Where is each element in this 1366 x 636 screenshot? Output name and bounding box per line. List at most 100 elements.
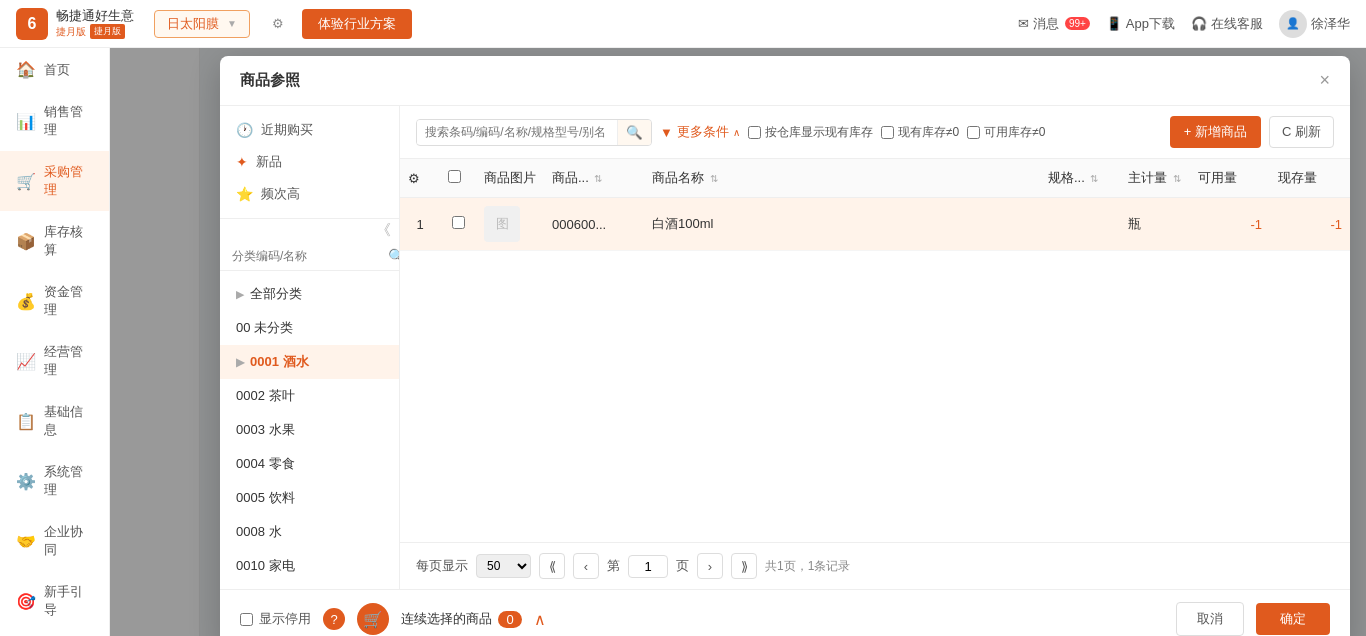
- sidebar-item-label: 资金管理: [44, 283, 93, 319]
- quick-category-list: 🕐 近期购买 ✦ 新品 ⭐ 频次高: [220, 106, 399, 219]
- checkbox-current-stock-input[interactable]: [881, 126, 894, 139]
- online-service-btn[interactable]: 🎧 在线客服: [1191, 15, 1263, 33]
- quick-item-frequent[interactable]: ⭐ 频次高: [220, 178, 399, 210]
- sort-icon: ⇅: [1090, 173, 1098, 184]
- help-icon[interactable]: ?: [323, 608, 345, 630]
- checkbox-current-stock[interactable]: 现有库存≠0: [881, 124, 959, 141]
- th-gear[interactable]: ⚙: [400, 159, 440, 198]
- modal-title: 商品参照: [240, 71, 300, 90]
- th-spec[interactable]: 规格... ⇅: [1040, 159, 1120, 198]
- th-name[interactable]: 商品名称 ⇅: [644, 159, 1040, 198]
- sidebar-item-inventory[interactable]: 📦 库存核算: [0, 211, 109, 271]
- filter-arrow-icon: ∧: [733, 127, 740, 138]
- modal-footer: 显示停用 ? 🛒 连续选择的商品 0 ∧ 取消 确定: [220, 589, 1350, 636]
- page-last-button[interactable]: ⟫: [731, 553, 757, 579]
- row-num: 1: [400, 198, 440, 251]
- cat-item-label: 00 未分类: [236, 319, 293, 337]
- sort-icon: ⇅: [1173, 173, 1181, 184]
- sidebar-item-home[interactable]: 🏠 首页: [0, 48, 109, 91]
- home-icon: 🏠: [16, 60, 36, 79]
- logo-icon: 6: [16, 8, 48, 40]
- cancel-button[interactable]: 取消: [1176, 602, 1244, 636]
- up-arrow-icon[interactable]: ∧: [534, 610, 546, 629]
- checkbox-available-stock[interactable]: 可用库存≠0: [967, 124, 1045, 141]
- category-item-fruit[interactable]: 0003 水果: [220, 413, 399, 447]
- table-row[interactable]: 1 图 000600...: [400, 198, 1350, 251]
- select-all-checkbox[interactable]: [448, 170, 461, 183]
- checkbox-available-stock-input[interactable]: [967, 126, 980, 139]
- show-disabled-input[interactable]: [240, 613, 253, 626]
- row-name: 白酒100ml: [644, 198, 1040, 251]
- sidebar-item-collab[interactable]: 🤝 企业协同: [0, 511, 109, 571]
- row-select-checkbox[interactable]: [452, 216, 465, 229]
- page-prev-button[interactable]: ‹: [573, 553, 599, 579]
- user-profile[interactable]: 👤 徐泽华: [1279, 10, 1350, 38]
- category-item-water[interactable]: 0008 水: [220, 515, 399, 549]
- modal-close-button[interactable]: ×: [1319, 70, 1330, 91]
- product-search-box: 🔍: [416, 119, 652, 146]
- sidebar-item-system[interactable]: ⚙️ 系统管理: [0, 451, 109, 511]
- selected-count-badge: 0: [498, 611, 522, 628]
- app-download-btn[interactable]: 📱 App下载: [1106, 15, 1175, 33]
- frequent-icon: ⭐: [236, 186, 253, 202]
- settings-icon[interactable]: ⚙: [262, 8, 294, 40]
- page-label: 页: [676, 557, 689, 575]
- category-search-icon[interactable]: 🔍: [388, 248, 400, 264]
- pagination-bar: 每页显示 50 100 200 ⟪ ‹ 第 页 › ⟫ 共1页，1条记: [400, 542, 1350, 589]
- gear-icon: ⚙: [408, 171, 420, 186]
- category-item-uncategorized[interactable]: 00 未分类: [220, 311, 399, 345]
- th-image: 商品图片: [476, 159, 544, 198]
- category-item-beverage[interactable]: 0005 饮料: [220, 481, 399, 515]
- checkbox-warehouse-stock[interactable]: 按仓库显示现有库存: [748, 124, 873, 141]
- page-size-label: 每页显示: [416, 557, 468, 575]
- refresh-button[interactable]: C 刷新: [1269, 116, 1334, 148]
- sidebar-item-guide[interactable]: 🎯 新手引导: [0, 571, 109, 631]
- sidebar-item-finance[interactable]: 💰 资金管理: [0, 271, 109, 331]
- category-item-tea[interactable]: 0002 茶叶: [220, 379, 399, 413]
- collapse-icon[interactable]: 《: [376, 221, 391, 240]
- logo-sub: 捷月版: [56, 25, 86, 39]
- row-checkbox[interactable]: [440, 198, 476, 251]
- category-search: 🔍: [220, 242, 399, 271]
- sidebar-item-apps[interactable]: 📱 应用中心: [0, 631, 109, 636]
- show-disabled-checkbox[interactable]: 显示停用: [240, 610, 311, 628]
- th-stock[interactable]: 现存量: [1270, 159, 1350, 198]
- th-unit[interactable]: 主计量 ⇅: [1120, 159, 1190, 198]
- finance-icon: 💰: [16, 292, 36, 311]
- confirm-button[interactable]: 确定: [1256, 603, 1330, 635]
- filter-more-button[interactable]: ▼ 更多条件 ∧: [660, 123, 740, 141]
- product-search-button[interactable]: 🔍: [617, 120, 651, 145]
- page-size-select[interactable]: 50 100 200: [476, 554, 531, 578]
- checkbox-warehouse-stock-input[interactable]: [748, 126, 761, 139]
- th-available[interactable]: 可用量: [1190, 159, 1270, 198]
- category-item-liquor[interactable]: ▶ 0001 酒水: [220, 345, 399, 379]
- category-item-appliance[interactable]: 0010 家电: [220, 549, 399, 583]
- category-search-input[interactable]: [232, 249, 382, 263]
- nav-dropdown-arrow: ▼: [227, 18, 237, 29]
- quick-item-recent[interactable]: 🕐 近期购买: [220, 114, 399, 146]
- category-item-all[interactable]: ▶ 全部分类: [220, 277, 399, 311]
- trial-button[interactable]: 体验行业方案: [302, 9, 412, 39]
- category-panel: 🕐 近期购买 ✦ 新品 ⭐ 频次高 《: [220, 106, 400, 589]
- sidebar-item-operations[interactable]: 📈 经营管理: [0, 331, 109, 391]
- nav-dropdown[interactable]: 日太阳膜 ▼: [154, 10, 250, 38]
- cart-icon[interactable]: 🛒: [357, 603, 389, 635]
- product-search-input[interactable]: [417, 120, 617, 144]
- th-code[interactable]: 商品... ⇅: [544, 159, 644, 198]
- inventory-icon: 📦: [16, 232, 36, 251]
- avatar: 👤: [1279, 10, 1307, 38]
- guide-icon: 🎯: [16, 592, 36, 611]
- sidebar-item-sales[interactable]: 📊 销售管理: [0, 91, 109, 151]
- sidebar-item-purchase[interactable]: 🛒 采购管理: [0, 151, 109, 211]
- add-product-button[interactable]: + 新增商品: [1170, 116, 1261, 148]
- category-item-snack[interactable]: 0004 零食: [220, 447, 399, 481]
- page-next-button[interactable]: ›: [697, 553, 723, 579]
- main-layout: 🏠 首页 📊 销售管理 🛒 采购管理 📦 库存核算 💰 资金管理 📈 经营管理 …: [0, 48, 1366, 636]
- new-icon: ✦: [236, 154, 248, 170]
- sidebar-item-basic[interactable]: 📋 基础信息: [0, 391, 109, 451]
- message-btn[interactable]: ✉ 消息 99+: [1018, 15, 1090, 33]
- page-number-input[interactable]: [628, 555, 668, 578]
- logo-area: 6 畅捷通好生意 捷月版 捷月版: [16, 8, 134, 40]
- page-first-button[interactable]: ⟪: [539, 553, 565, 579]
- quick-item-new[interactable]: ✦ 新品: [220, 146, 399, 178]
